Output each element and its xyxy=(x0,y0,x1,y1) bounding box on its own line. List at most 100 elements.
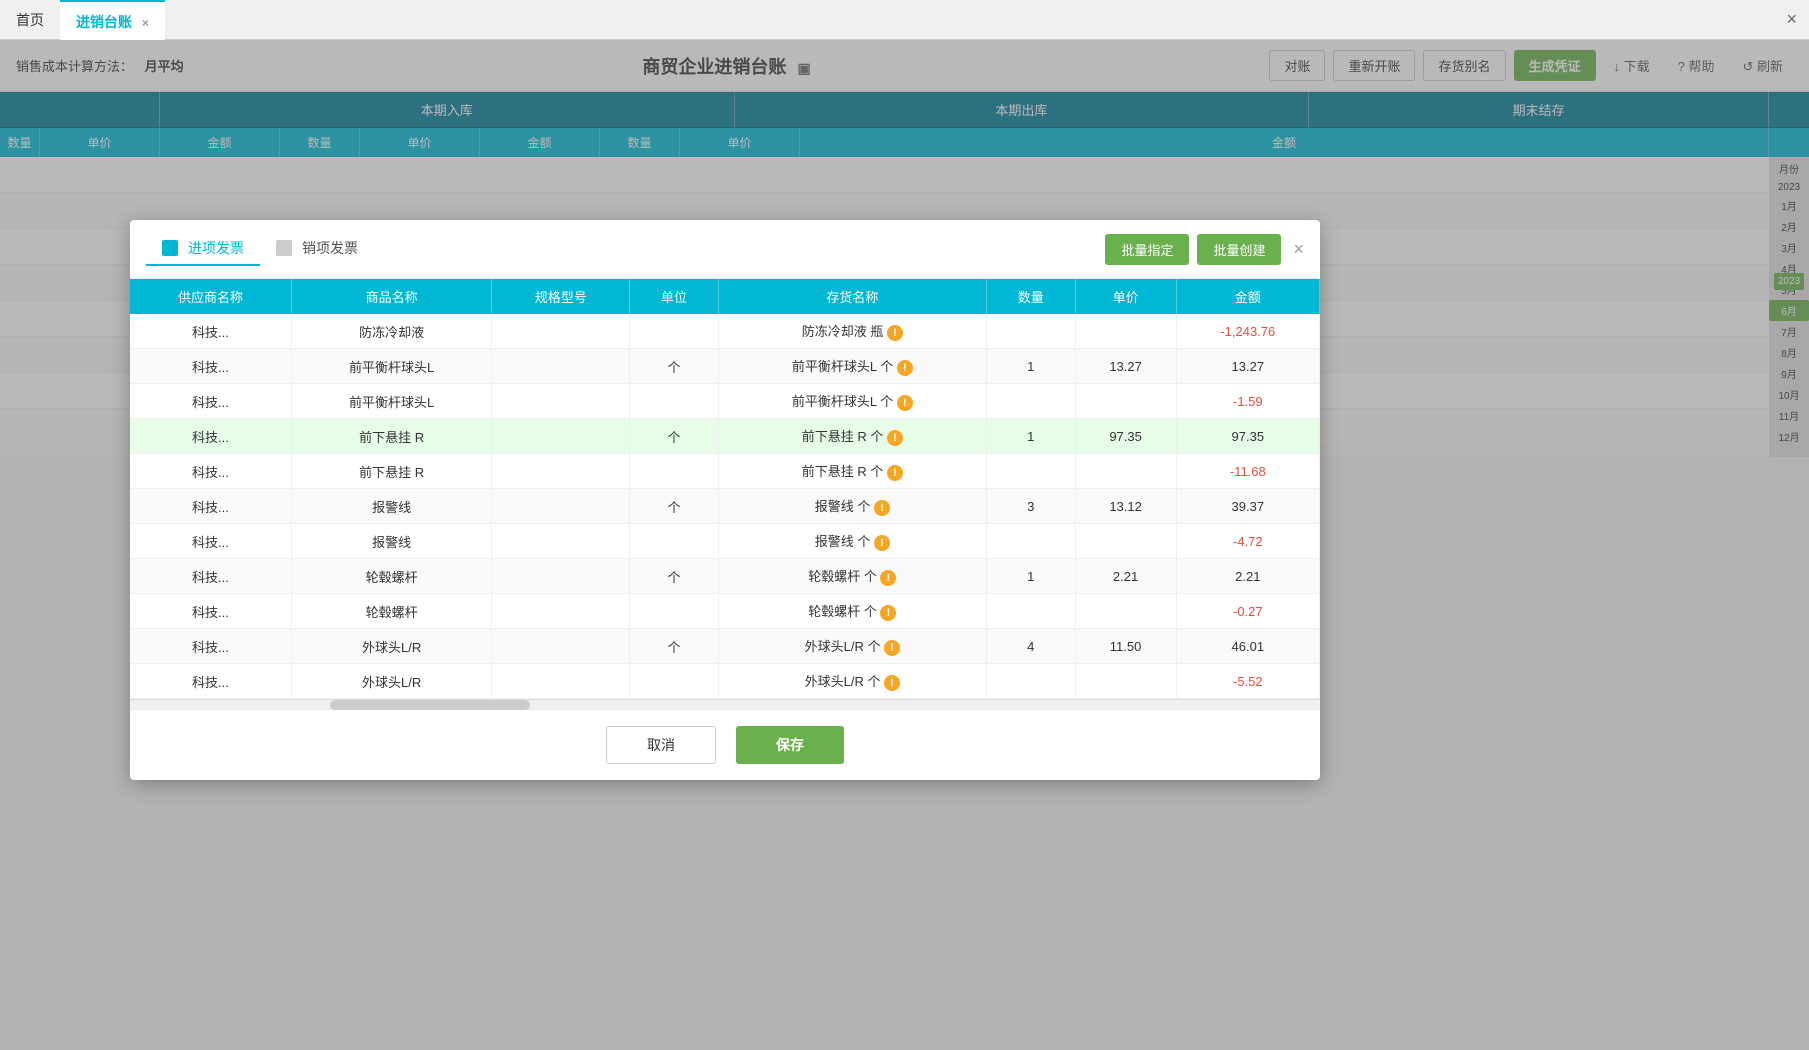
th-supplier: 供应商名称 xyxy=(130,279,291,314)
table-cell: 2.21 xyxy=(1075,559,1176,594)
table-cell: -1.59 xyxy=(1176,384,1319,419)
table-cell: 46.01 xyxy=(1176,629,1319,664)
table-row[interactable]: 科技...外球头L/R个外球头L/R 个 !411.5046.01 xyxy=(130,629,1320,664)
table-cell: 科技... xyxy=(130,664,291,699)
table-cell xyxy=(986,594,1075,629)
warning-icon: ! xyxy=(880,605,896,621)
table-cell: 轮毂螺杆 xyxy=(291,559,491,594)
main-area: 销售成本计算方法： 月平均 商贸企业进销台账 ▣ 对账 重新开账 存货别名 生成… xyxy=(0,40,1809,1050)
table-cell xyxy=(492,559,630,594)
warning-icon: ! xyxy=(897,395,913,411)
table-cell: 防冻冷却液 瓶 ! xyxy=(718,314,986,349)
table-cell: 轮毂螺杆 个 ! xyxy=(718,559,986,594)
warning-icon: ! xyxy=(887,325,903,341)
table-cell xyxy=(630,524,719,559)
table-cell: 报警线 个 ! xyxy=(718,524,986,559)
table-cell: 外球头L/R 个 ! xyxy=(718,629,986,664)
table-cell xyxy=(630,664,719,699)
table-cell: 个 xyxy=(630,629,719,664)
scroll-thumb[interactable] xyxy=(330,700,530,710)
table-cell: 外球头L/R xyxy=(291,664,491,699)
table-row[interactable]: 科技...轮毂螺杆轮毂螺杆 个 !-0.27 xyxy=(130,594,1320,629)
horizontal-scrollbar[interactable] xyxy=(130,699,1320,709)
tab-home[interactable]: 首页 xyxy=(0,0,60,40)
th-amount: 金额 xyxy=(1176,279,1319,314)
table-cell xyxy=(1075,664,1176,699)
table-cell xyxy=(986,454,1075,489)
table-row[interactable]: 科技...外球头L/R外球头L/R 个 !-5.52 xyxy=(130,664,1320,699)
th-unit: 单位 xyxy=(630,279,719,314)
table-cell: 2.21 xyxy=(1176,559,1319,594)
table-cell: 1 xyxy=(986,559,1075,594)
table-cell xyxy=(1075,454,1176,489)
table-cell: 科技... xyxy=(130,419,291,454)
table-cell: 个 xyxy=(630,489,719,524)
invoice-in-icon xyxy=(162,240,178,256)
th-product: 商品名称 xyxy=(291,279,491,314)
table-row[interactable]: 科技...报警线报警线 个 !-4.72 xyxy=(130,524,1320,559)
warning-icon: ! xyxy=(884,675,900,691)
table-cell: 科技... xyxy=(130,454,291,489)
table-row[interactable]: 科技...前平衡杆球头L个前平衡杆球头L 个 !113.2713.27 xyxy=(130,349,1320,384)
table-row[interactable]: 科技...防冻冷却液防冻冷却液 瓶 !-1,243.76 xyxy=(130,314,1320,349)
tab-invoice-in[interactable]: 进项发票 xyxy=(146,232,260,266)
tab-active[interactable]: 进销台账 × xyxy=(60,0,165,40)
table-cell xyxy=(1075,314,1176,349)
modal-header: 进项发票 销项发票 批量指定 批量创建 × xyxy=(130,220,1320,279)
table-cell xyxy=(492,349,630,384)
cancel-button[interactable]: 取消 xyxy=(606,726,716,764)
table-cell: 个 xyxy=(630,559,719,594)
table-cell xyxy=(1075,384,1176,419)
save-button[interactable]: 保存 xyxy=(736,726,844,764)
modal-close-button[interactable]: × xyxy=(1293,240,1304,258)
table-cell: 前下悬挂 R 个 ! xyxy=(718,454,986,489)
table-cell xyxy=(1075,524,1176,559)
modal-action-buttons: 批量指定 批量创建 xyxy=(1105,234,1281,265)
modal-dialog: 进项发票 销项发票 批量指定 批量创建 × 供应商名称 商品名称 xyxy=(130,220,1320,780)
modal-table: 供应商名称 商品名称 规格型号 单位 存货名称 数量 单价 金额 科技...防冻… xyxy=(130,279,1320,699)
table-cell xyxy=(492,384,630,419)
table-cell xyxy=(986,314,1075,349)
table-cell: 科技... xyxy=(130,559,291,594)
table-cell xyxy=(630,314,719,349)
table-cell: 前平衡杆球头L 个 ! xyxy=(718,349,986,384)
table-cell: 科技... xyxy=(130,489,291,524)
table-row[interactable]: 科技...前下悬挂 R前下悬挂 R 个 !-11.68 xyxy=(130,454,1320,489)
table-cell xyxy=(492,524,630,559)
table-cell: 科技... xyxy=(130,524,291,559)
th-spec: 规格型号 xyxy=(492,279,630,314)
table-cell xyxy=(630,454,719,489)
table-cell: 科技... xyxy=(130,594,291,629)
table-cell: 11.50 xyxy=(1075,629,1176,664)
warning-icon: ! xyxy=(874,500,890,516)
table-cell xyxy=(492,454,630,489)
table-cell xyxy=(492,489,630,524)
table-cell: 报警线 个 ! xyxy=(718,489,986,524)
table-cell xyxy=(1075,594,1176,629)
warning-icon: ! xyxy=(874,535,890,551)
table-cell: 个 xyxy=(630,349,719,384)
table-cell: -4.72 xyxy=(1176,524,1319,559)
batch-assign-button[interactable]: 批量指定 xyxy=(1105,234,1189,265)
tab-invoice-out[interactable]: 销项发票 xyxy=(260,232,374,266)
table-cell: -11.68 xyxy=(1176,454,1319,489)
modal-table-container: 供应商名称 商品名称 规格型号 单位 存货名称 数量 单价 金额 科技...防冻… xyxy=(130,279,1320,699)
batch-create-button[interactable]: 批量创建 xyxy=(1197,234,1281,265)
table-cell xyxy=(986,384,1075,419)
table-cell xyxy=(986,664,1075,699)
th-inventory: 存货名称 xyxy=(718,279,986,314)
window-close-icon[interactable]: × xyxy=(1786,9,1797,30)
table-cell: 1 xyxy=(986,349,1075,384)
table-cell: 4 xyxy=(986,629,1075,664)
table-row[interactable]: 科技...轮毂螺杆个轮毂螺杆 个 !12.212.21 xyxy=(130,559,1320,594)
table-cell: 97.35 xyxy=(1176,419,1319,454)
table-cell: 科技... xyxy=(130,384,291,419)
table-cell xyxy=(630,594,719,629)
table-row[interactable]: 科技...报警线个报警线 个 !313.1239.37 xyxy=(130,489,1320,524)
tab-close-icon[interactable]: × xyxy=(142,16,149,30)
table-row[interactable]: 科技...前下悬挂 R个前下悬挂 R 个 !197.3597.35 xyxy=(130,419,1320,454)
table-cell: 13.12 xyxy=(1075,489,1176,524)
table-row[interactable]: 科技...前平衡杆球头L前平衡杆球头L 个 !-1.59 xyxy=(130,384,1320,419)
table-cell: 前下悬挂 R xyxy=(291,419,491,454)
table-cell xyxy=(630,384,719,419)
